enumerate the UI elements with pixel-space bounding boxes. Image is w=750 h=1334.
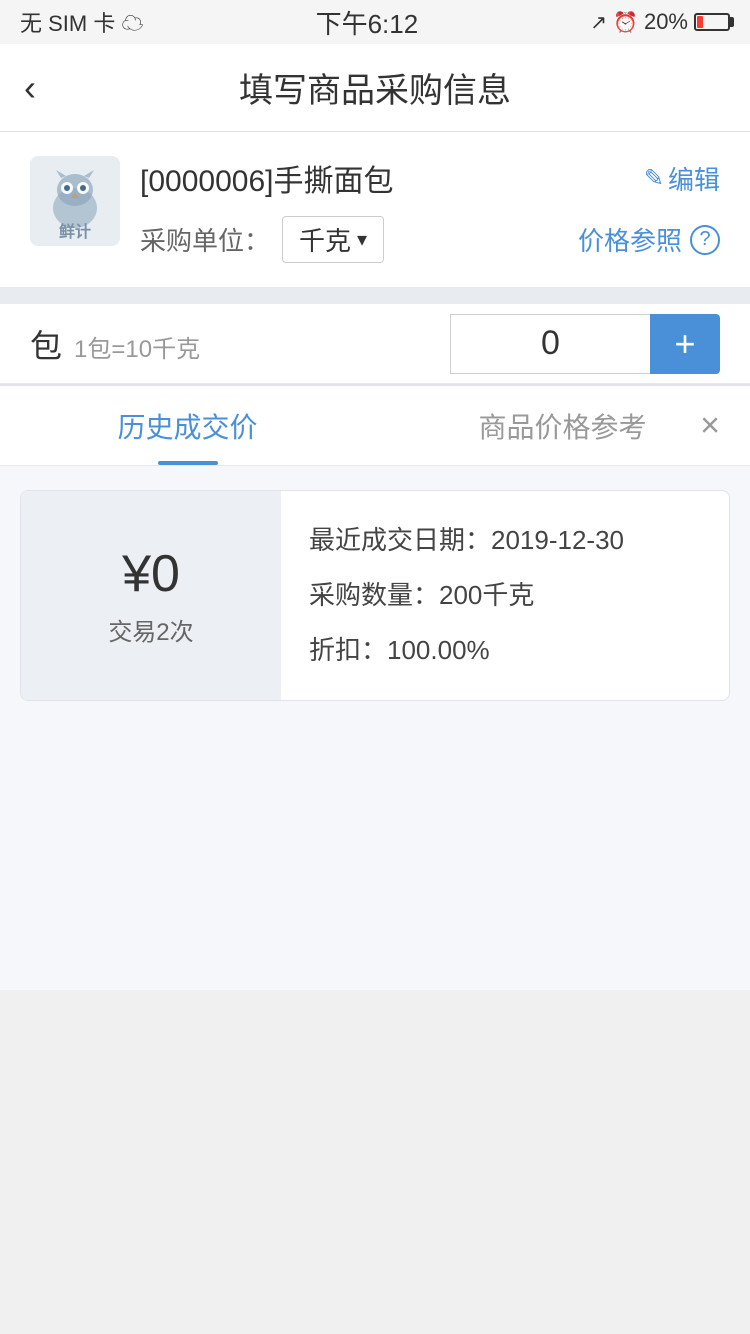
nav-bar: ‹ 填写商品采购信息 [0, 44, 750, 132]
help-icon: ? [690, 225, 720, 255]
price-ref-button[interactable]: 价格参照 ? [578, 221, 720, 258]
purchase-qty-label: 采购数量： [309, 580, 439, 610]
dropdown-arrow-icon: ▾ [357, 227, 367, 252]
back-button[interactable]: ‹ [24, 67, 36, 109]
unit-row: 采购单位： 千克 ▾ [140, 216, 384, 263]
alarm-icon: ⏰ [613, 10, 638, 35]
status-time: 下午6:12 [316, 4, 419, 41]
quantity-input-group: 0 + [450, 314, 720, 374]
main-content: ¥0 交易2次 最近成交日期：2019-12-30 采购数量：200千克 折扣：… [0, 490, 750, 990]
location-icon: ↗ [590, 10, 607, 35]
quantity-input[interactable]: 0 [450, 314, 650, 374]
price-right-panel: 最近成交日期：2019-12-30 采购数量：200千克 折扣：100.00% [281, 491, 729, 700]
page-title: 填写商品采购信息 [239, 63, 511, 112]
quantity-unit: 包 [30, 321, 62, 367]
status-right: ↗ ⏰ 20% [590, 9, 730, 35]
price-trades: 交易2次 [108, 612, 193, 647]
purchase-qty-value: 200千克 [439, 580, 534, 610]
product-header: [0000006]手撕面包 ✎ 编辑 [140, 156, 720, 200]
tab-product-price-ref[interactable]: 商品价格参考 [375, 386, 750, 465]
quantity-label: 包 1包=10千克 [30, 321, 200, 367]
battery-percent: 20% [644, 9, 688, 35]
tab-price-ref-label: 商品价格参考 [478, 406, 646, 446]
price-card: ¥0 交易2次 最近成交日期：2019-12-30 采购数量：200千克 折扣：… [20, 490, 730, 701]
status-bar: 无 SIM 卡 ☁ 下午6:12 ↗ ⏰ 20% [0, 0, 750, 44]
edit-icon: ✎ [644, 164, 664, 193]
product-meta: 采购单位： 千克 ▾ 价格参照 ? [140, 216, 720, 263]
product-logo: 鲜计 [30, 156, 120, 246]
product-info: [0000006]手撕面包 ✎ 编辑 采购单位： 千克 ▾ 价格参照 ? [140, 156, 720, 263]
quantity-plus-button[interactable]: + [650, 314, 720, 374]
unit-dropdown[interactable]: 千克 ▾ [282, 216, 384, 263]
tab-close-button[interactable]: × [700, 406, 720, 445]
tab-bar: 历史成交价 商品价格参考 × [0, 386, 750, 466]
bottom-panel: 历史成交价 商品价格参考 × ¥0 交易2次 最近成交日期：2019-12-30… [0, 384, 750, 990]
product-card: 鲜计 [0000006]手撕面包 ✎ 编辑 采购单位： 千克 ▾ 价格参照 ? [0, 132, 750, 288]
sim-label: 无 SIM 卡 ☁ [20, 6, 143, 38]
quantity-sublabel: 1包=10千克 [74, 329, 200, 364]
recent-date-value: 2019-12-30 [491, 525, 624, 555]
edit-button[interactable]: ✎ 编辑 [644, 160, 720, 197]
unit-prefix-label: 采购单位： [140, 221, 270, 258]
discount-label: 折扣： [309, 635, 387, 665]
recent-date-label: 最近成交日期： [309, 525, 491, 555]
unit-value: 千克 [299, 221, 351, 258]
price-ref-label: 价格参照 [578, 221, 682, 258]
price-amount: ¥0 [122, 544, 180, 604]
price-purchase-qty: 采购数量：200千克 [309, 576, 701, 615]
tab-historical-label: 历史成交价 [117, 406, 257, 446]
product-name: [0000006]手撕面包 [140, 156, 393, 200]
price-discount: 折扣：100.00% [309, 631, 701, 670]
edit-label: 编辑 [668, 160, 720, 197]
status-left: 无 SIM 卡 ☁ [20, 6, 143, 38]
price-recent-date: 最近成交日期：2019-12-30 [309, 521, 701, 560]
battery-icon [694, 13, 730, 31]
tab-active-indicator [158, 461, 218, 465]
price-left-panel: ¥0 交易2次 [21, 491, 281, 700]
quantity-row: 包 1包=10千克 0 + [0, 304, 750, 384]
section-divider [0, 288, 750, 304]
tab-historical-price[interactable]: 历史成交价 [0, 386, 375, 465]
discount-value: 100.00% [387, 635, 490, 665]
